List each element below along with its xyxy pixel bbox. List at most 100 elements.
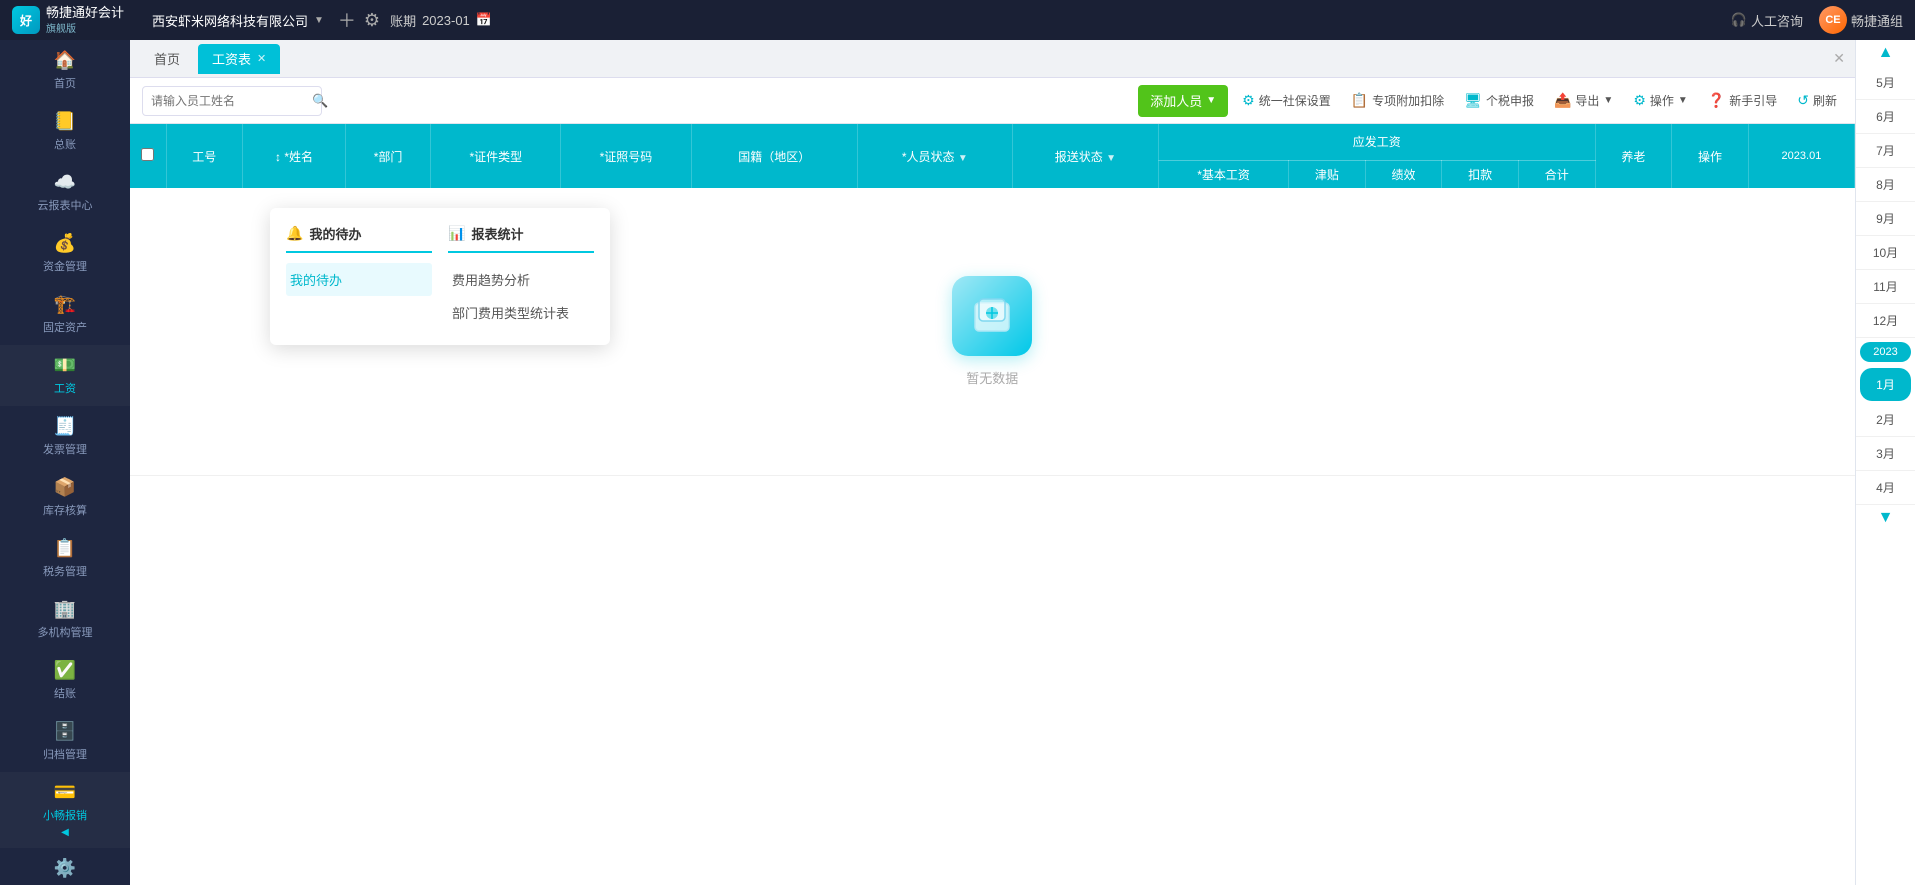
calendar-icon[interactable]: 📅 — [476, 12, 492, 28]
sidebar-item-home[interactable]: 🏠 首页 — [0, 40, 130, 101]
tab-payroll[interactable]: 工资表 ✕ — [198, 44, 280, 74]
th-pension: 养老 — [1595, 124, 1672, 188]
month-item-2[interactable]: 2月 — [1856, 403, 1915, 437]
export-label: 导出 — [1575, 92, 1599, 109]
sidebar-label-tax: 税务管理 — [43, 563, 87, 579]
tab-home[interactable]: 首页 — [140, 44, 194, 74]
month-item-3[interactable]: 3月 — [1856, 437, 1915, 471]
user-info[interactable]: CE 畅捷通组 — [1819, 6, 1903, 34]
sidebar-label-salary: 工资 — [54, 380, 76, 396]
month-item-12[interactable]: 12月 — [1856, 304, 1915, 338]
sidebar-item-multi-org[interactable]: 🏢 多机构管理 — [0, 589, 130, 650]
sidebar-item-archive[interactable]: 🗄️ 归档管理 — [0, 711, 130, 772]
sidebar-label-ledger: 总账 — [54, 136, 76, 152]
dropdown-item-dept-stats[interactable]: 部门费用类型统计表 — [448, 296, 594, 329]
operation-action[interactable]: ⚙ 操作 ▼ — [1627, 88, 1693, 113]
add-icon[interactable]: ＋ — [338, 7, 356, 33]
company-selector[interactable]: 西安虾米网络科技有限公司 ▼ — [142, 11, 334, 30]
sidebar-item-basic[interactable]: ⚙️ 基础设置 — [0, 848, 130, 885]
content-area: 首页 工资表 ✕ ✕ 🔍 添加人员 ▼ — [130, 40, 1855, 885]
social-insurance-action[interactable]: ⚙ 统一社保设置 — [1236, 88, 1337, 113]
new-guide-action[interactable]: ❓ 新手引导 — [1702, 88, 1783, 113]
logo-area: 好 畅捷通好会计 旗舰版 — [12, 5, 142, 36]
month-item-1[interactable]: 1月 — [1860, 368, 1911, 401]
operation-chevron-icon: ▼ — [1678, 95, 1688, 106]
sidebar-item-inventory[interactable]: 📦 库存核算 — [0, 467, 130, 528]
dropdown-col-report: 📊 报表统计 费用趋势分析 部门费用类型统计表 — [448, 224, 594, 329]
month-item-7[interactable]: 7月 — [1856, 134, 1915, 168]
multi-org-icon: 🏢 — [54, 599, 76, 620]
table-container: 工号 ↕ *姓名 *部门 *证件类型 *证照号码 国籍（地区） *人员状态 ▼ … — [130, 124, 1855, 885]
search-input[interactable] — [151, 94, 306, 108]
period-info: 账期 2023-01 📅 — [390, 11, 492, 30]
empty-text: 暂无数据 — [966, 368, 1018, 387]
month-item-6[interactable]: 6月 — [1856, 100, 1915, 134]
search-box: 🔍 — [142, 86, 322, 116]
special-deduction-action[interactable]: 📋 专项附加扣除 — [1345, 88, 1450, 113]
sidebar-item-ledger[interactable]: 📒 总账 — [0, 101, 130, 162]
status-filter-icon[interactable]: ▼ — [958, 153, 968, 164]
add-person-button[interactable]: 添加人员 ▼ — [1138, 85, 1228, 117]
month-nav-up[interactable]: ▲ — [1856, 40, 1915, 66]
report-filter-icon[interactable]: ▼ — [1106, 153, 1116, 164]
sidebar-item-settlement[interactable]: ✅ 结账 — [0, 650, 130, 711]
dropdown-item-trend[interactable]: 费用趋势分析 — [448, 263, 594, 296]
sidebar-item-assets[interactable]: 🏗️ 固定资产 — [0, 284, 130, 345]
avatar: CE — [1819, 6, 1847, 34]
th-payroll-group: 应发工资 — [1158, 124, 1595, 160]
user-service[interactable]: 🎧 人工咨询 — [1731, 11, 1803, 30]
sidebar-label-inventory: 库存核算 — [43, 502, 87, 518]
th-name: ↕ *姓名 — [243, 124, 346, 188]
personal-tax-icon: 🖥 — [1464, 92, 1482, 109]
month-item-11[interactable]: 11月 — [1856, 270, 1915, 304]
sidebar-label-archive: 归档管理 — [43, 746, 87, 762]
logo-text: 畅捷通好会计 旗舰版 — [46, 5, 124, 36]
month-item-9[interactable]: 9月 — [1856, 202, 1915, 236]
month-nav-down[interactable]: ▼ — [1856, 505, 1915, 531]
headset-icon: 🎧 — [1731, 12, 1747, 28]
refresh-action[interactable]: ↺ 刷新 — [1791, 88, 1843, 113]
sidebar-item-cloud-report[interactable]: ☁️ 云报表中心 — [0, 162, 130, 223]
fund-icon: 💰 — [54, 233, 76, 254]
th-operation: 操作 — [1672, 124, 1749, 188]
th-checkbox[interactable] — [130, 124, 166, 188]
period-value: 2023-01 — [422, 13, 470, 28]
month-item-10[interactable]: 10月 — [1856, 236, 1915, 270]
sidebar-label-cloud: 云报表中心 — [38, 197, 93, 213]
th-id-no: *证照号码 — [561, 124, 691, 188]
sidebar-item-expense[interactable]: 💳 小畅报销 ◀ — [0, 772, 130, 848]
settings-icon[interactable]: ⚙ — [364, 10, 380, 31]
logo-icon: 好 — [12, 6, 40, 34]
sidebar-label-home: 首页 — [54, 75, 76, 91]
th-deduct: 扣款 — [1442, 160, 1519, 188]
top-bar: 好 畅捷通好会计 旗舰版 西安虾米网络科技有限公司 ▼ ＋ ⚙ 账期 2023-… — [0, 0, 1915, 40]
add-person-label: 添加人员 — [1150, 91, 1202, 110]
sidebar-item-invoice[interactable]: 🧾 发票管理 — [0, 406, 130, 467]
month-item-8[interactable]: 8月 — [1856, 168, 1915, 202]
tab-close-icon[interactable]: ✕ — [257, 52, 266, 65]
home-icon: 🏠 — [54, 50, 76, 71]
export-chevron-icon: ▼ — [1603, 95, 1613, 106]
th-year: 2023.01 — [1748, 124, 1854, 188]
sidebar-item-salary[interactable]: 💵 工资 — [0, 345, 130, 406]
dropdown-item-todo[interactable]: 我的待办 — [286, 263, 432, 296]
sidebar-item-tax[interactable]: 📋 税务管理 — [0, 528, 130, 589]
settlement-icon: ✅ — [54, 660, 76, 681]
sidebar-item-fund[interactable]: 💰 资金管理 — [0, 223, 130, 284]
export-action[interactable]: 📤 导出 ▼ — [1548, 88, 1619, 113]
month-item-4[interactable]: 4月 — [1856, 471, 1915, 505]
main-layout: 🏠 首页 📒 总账 ☁️ 云报表中心 💰 资金管理 🏗️ 固定资产 💵 工资 🧾… — [0, 40, 1915, 885]
th-no: 工号 — [166, 124, 243, 188]
month-panel: ▲ 5月 6月 7月 8月 9月 10月 11月 12月 2023 1月 2月 … — [1855, 40, 1915, 885]
th-bonus: 绩效 — [1365, 160, 1442, 188]
user-name: 畅捷通组 — [1851, 11, 1903, 30]
search-icon[interactable]: 🔍 — [312, 93, 328, 109]
close-all-icon[interactable]: ✕ — [1833, 50, 1845, 67]
toolbar: 🔍 添加人员 ▼ ⚙ 统一社保设置 📋 专项附加扣除 🖥 个税申报 — [130, 78, 1855, 124]
salary-icon: 💵 — [54, 355, 76, 376]
new-guide-icon: ❓ — [1708, 92, 1725, 109]
select-all-checkbox[interactable] — [141, 148, 154, 161]
month-item-5[interactable]: 5月 — [1856, 66, 1915, 100]
social-insurance-icon: ⚙ — [1242, 92, 1255, 109]
personal-tax-action[interactable]: 🖥 个税申报 — [1458, 88, 1540, 113]
